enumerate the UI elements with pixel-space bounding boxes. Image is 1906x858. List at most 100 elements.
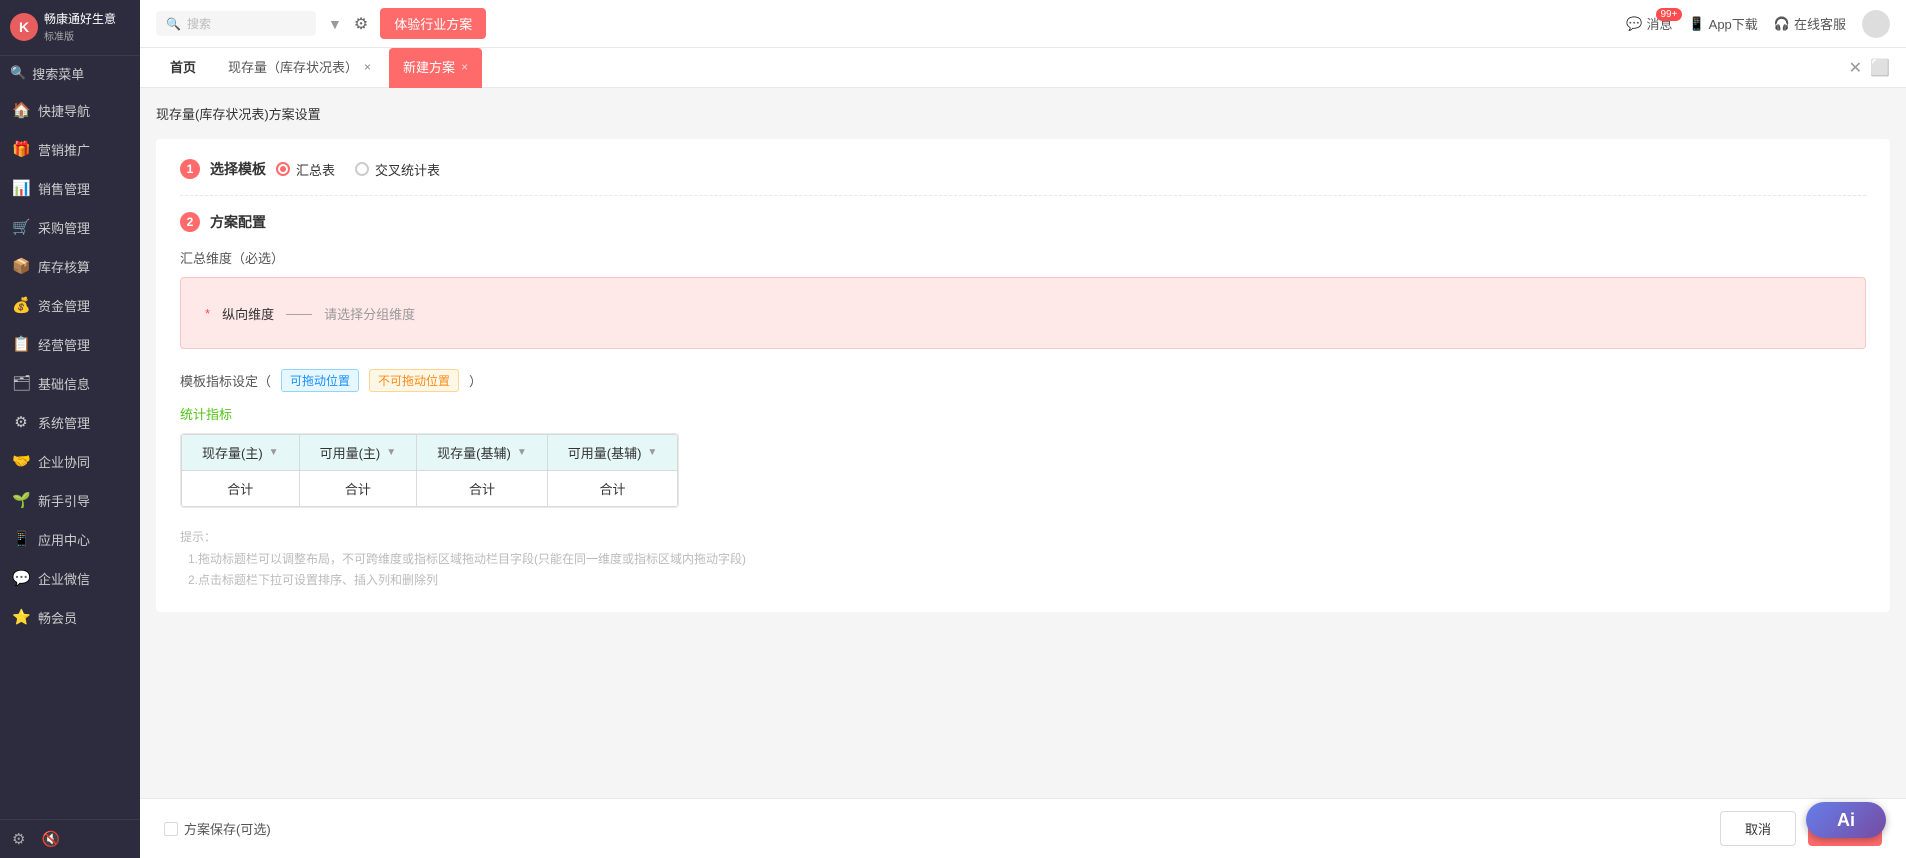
sidebar-item-sales[interactable]: 📊 销售管理: [0, 169, 140, 208]
radio-summary[interactable]: 汇总表: [276, 160, 335, 179]
sidebar-item-app-center[interactable]: 📱 应用中心: [0, 520, 140, 559]
radio-cross[interactable]: 交叉统计表: [355, 160, 440, 179]
col-3-chevron: ▼: [647, 447, 657, 458]
sidebar-item-system[interactable]: ⚙ 系统管理: [0, 403, 140, 442]
online-service-area[interactable]: 🎧 在线客服: [1774, 14, 1846, 33]
tabs-bar: 首页 现存量（库存状况表） × 新建方案 × ✕ ⬜: [140, 48, 1906, 88]
save-scheme-text: 方案保存(可选): [184, 819, 271, 838]
dimension-section-label: 汇总维度（必选）: [180, 248, 1866, 267]
app-download-area[interactable]: 📱 App下载: [1688, 14, 1757, 33]
messages-count: 99+: [1656, 8, 1683, 21]
step1-number: 1: [180, 159, 200, 179]
radio-cross-label: 交叉统计表: [375, 160, 440, 179]
finance-icon: 💰: [12, 296, 30, 314]
online-service-label: 在线客服: [1794, 14, 1846, 33]
radio-summary-label: 汇总表: [296, 160, 335, 179]
save-scheme-label[interactable]: 方案保存(可选): [164, 819, 271, 838]
col-0-chevron: ▼: [269, 447, 279, 458]
ai-label: Ai: [1837, 810, 1855, 831]
message-icon: 💬: [1626, 16, 1642, 32]
sidebar-item-enterprise[interactable]: 🤝 企业协同: [0, 442, 140, 481]
sidebar-item-label: 系统管理: [38, 413, 90, 432]
main: 🔍 搜索 ▼ ⚙ 体验行业方案 💬 消息 99+ 📱 App下载 🎧 在线客服: [140, 0, 1906, 858]
footer-bar: 方案保存(可选) 取消 查询: [140, 798, 1906, 858]
sidebar-item-label: 应用中心: [38, 530, 90, 549]
col-1-label: 可用量(主): [320, 443, 381, 462]
save-scheme-checkbox[interactable]: [164, 822, 178, 836]
quick-nav-icon: 🏠: [12, 101, 30, 119]
cancel-button[interactable]: 取消: [1720, 811, 1796, 846]
sidebar-item-label: 资金管理: [38, 296, 90, 315]
col-header-1[interactable]: 可用量(主) ▼: [299, 435, 417, 471]
close-window-icon[interactable]: ✕: [1849, 58, 1862, 78]
sidebar-item-wechat[interactable]: 💬 企业微信: [0, 559, 140, 598]
messages-badge-area[interactable]: 💬 消息 99+: [1626, 14, 1672, 33]
topbar-search-icon: 🔍: [166, 17, 181, 31]
newbie-icon: 🌱: [12, 491, 30, 509]
tab-inventory-close[interactable]: ×: [364, 60, 371, 74]
sidebar-item-label: 快捷导航: [38, 101, 90, 120]
audio-footer-icon[interactable]: 🔇: [41, 830, 60, 848]
tab-new-scheme-label: 新建方案: [403, 57, 455, 76]
sidebar-item-member[interactable]: ⭐ 畅会员: [0, 598, 140, 637]
col-header-0[interactable]: 现存量(主) ▼: [182, 435, 300, 471]
step2-number: 2: [180, 212, 200, 232]
maximize-window-icon[interactable]: ⬜: [1870, 58, 1890, 78]
not-draggable-tag: 不可拖动位置: [369, 369, 459, 392]
page-title: 现存量(库存状况表)方案设置: [156, 104, 1890, 123]
sidebar-item-operations[interactable]: 📋 经营管理: [0, 325, 140, 364]
col-header-3[interactable]: 可用量(基辅) ▼: [547, 435, 678, 471]
col-2-label: 现存量(基辅): [437, 443, 511, 462]
stat-table: 现存量(主) ▼ 可用量(主) ▼: [181, 434, 678, 507]
topbar-search-box[interactable]: 🔍 搜索: [156, 11, 316, 36]
col-2-chevron: ▼: [517, 447, 527, 458]
sidebar-item-marketing[interactable]: 🎁 营销推广: [0, 130, 140, 169]
wechat-icon: 💬: [12, 569, 30, 587]
tab-new-scheme-close[interactable]: ×: [461, 60, 468, 74]
col-header-2[interactable]: 现存量(基辅) ▼: [417, 435, 548, 471]
radio-summary-circle: [276, 162, 290, 176]
purchase-icon: 🛒: [12, 218, 30, 236]
tab-inventory-label: 现存量（库存状况表）: [228, 57, 358, 76]
topbar-settings-icon[interactable]: ⚙: [354, 14, 368, 34]
settings-footer-icon[interactable]: ⚙: [12, 830, 25, 848]
sidebar-item-quick-nav[interactable]: 🏠 快捷导航: [0, 91, 140, 130]
topbar-dropdown-icon[interactable]: ▼: [328, 16, 342, 32]
stat-table-title: 统计指标: [180, 404, 1866, 423]
sidebar-item-purchase[interactable]: 🛒 采购管理: [0, 208, 140, 247]
tab-inventory-status[interactable]: 现存量（库存状况表） ×: [214, 48, 385, 88]
tips-section: 提示： 1.拖动标题栏可以调整布局，不可跨维度或指标区域拖动栏目字段(只能在同一…: [180, 527, 1866, 592]
col-1-chevron: ▼: [386, 447, 396, 458]
indicator-label: 模板指标设定（ 可拖动位置 不可拖动位置 ）: [180, 369, 1866, 392]
trial-button[interactable]: 体验行业方案: [380, 8, 486, 39]
sidebar-search[interactable]: 🔍 搜索菜单: [0, 56, 140, 91]
phone-icon: 📱: [1688, 16, 1704, 32]
sidebar-item-inventory[interactable]: 📦 库存核算: [0, 247, 140, 286]
operations-icon: 📋: [12, 335, 30, 353]
sidebar-item-label: 营销推广: [38, 140, 90, 159]
marketing-icon: 🎁: [12, 140, 30, 158]
sidebar-logo: K 畅康通好生意 标准版: [0, 0, 140, 56]
dimension-box[interactable]: * 纵向维度 —— 请选择分组维度: [180, 277, 1866, 349]
sidebar-item-label: 基础信息: [38, 374, 90, 393]
tab-new-scheme[interactable]: 新建方案 ×: [389, 48, 482, 88]
sidebar-item-basic-info[interactable]: 🗂 基础信息: [0, 364, 140, 403]
stat-table-wrapper: 现存量(主) ▼ 可用量(主) ▼: [180, 433, 679, 508]
member-icon: ⭐: [12, 608, 30, 626]
sales-icon: 📊: [12, 179, 30, 197]
user-avatar[interactable]: [1862, 10, 1890, 38]
cell-2-sublabel: 合计: [417, 471, 548, 507]
cell-3-sublabel: 合计: [547, 471, 678, 507]
sidebar-item-label: 企业微信: [38, 569, 90, 588]
template-radio-group: 汇总表 交叉统计表: [276, 160, 440, 179]
tab-home[interactable]: 首页: [156, 48, 210, 88]
enterprise-icon: 🤝: [12, 452, 30, 470]
tip-2: 2.点击标题栏下拉可设置排序、插入列和删除列: [188, 570, 1866, 592]
sidebar-footer: ⚙ 🔇: [0, 819, 140, 858]
system-icon: ⚙: [12, 413, 30, 431]
col-3-label: 可用量(基辅): [568, 443, 642, 462]
sidebar-item-newbie[interactable]: 🌱 新手引导: [0, 481, 140, 520]
sidebar-item-label: 经营管理: [38, 335, 90, 354]
sidebar-item-finance[interactable]: 💰 资金管理: [0, 286, 140, 325]
ai-button[interactable]: Ai: [1806, 802, 1886, 838]
